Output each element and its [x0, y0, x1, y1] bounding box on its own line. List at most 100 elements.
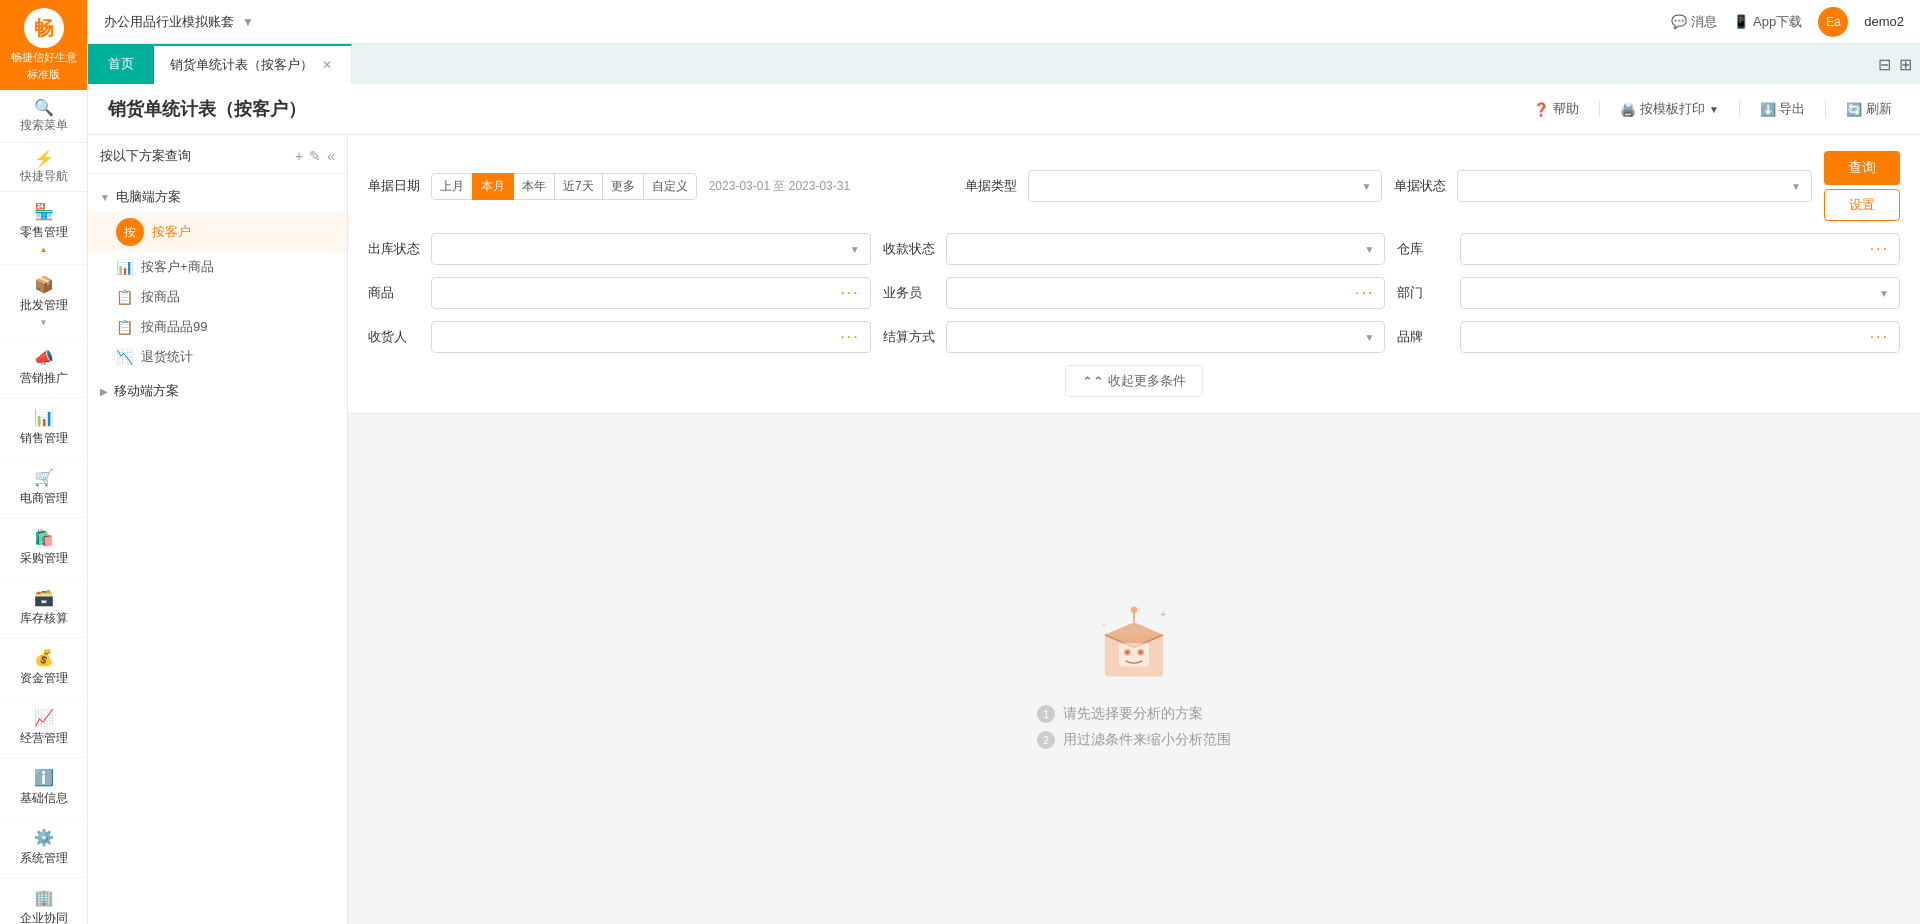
avatar[interactable]: Ea	[1818, 7, 1848, 37]
app-logo[interactable]: 畅 畅捷信好生意 标准版	[0, 0, 87, 90]
help-btn[interactable]: ❓ 帮助	[1525, 96, 1587, 122]
department-input[interactable]: ▼	[1460, 277, 1900, 309]
ecommerce-label: 电商管理	[20, 490, 68, 507]
data-area: ✦ ✦ 1 请先选择要分析的方案 2 用过滤条件来缩小分析范围	[348, 414, 1920, 924]
scheme-return-stats[interactable]: 📉 退货统计	[88, 342, 347, 372]
retail-icon: 🏪	[34, 202, 54, 221]
payment-status-arrow: ▼	[1364, 244, 1374, 255]
export-btn[interactable]: ⬇️ 导出	[1752, 96, 1813, 122]
out-status-arrow: ▼	[850, 244, 860, 255]
sidebar-item-system[interactable]: ⚙️ 系统管理	[0, 818, 87, 878]
edit-scheme-btn[interactable]: ✎	[309, 148, 321, 164]
receiver-input[interactable]: ···	[431, 321, 871, 353]
filter-area: 按以下方案查询 + ✎ « ▼ 电脑端方案	[88, 135, 1920, 924]
payment-method-field: 结算方式 ▼	[883, 321, 1386, 353]
payment-method-input[interactable]: ▼	[946, 321, 1386, 353]
scheme-by-product-99[interactable]: 📋 按商品品99	[88, 312, 347, 342]
scheme-group-mobile: ▶ 移动端方案	[88, 376, 347, 406]
sidebar-item-finance[interactable]: 💰 资金管理	[0, 638, 87, 698]
scheme-section: ▼ 电脑端方案 按 按客户 📊 按客户+商品	[88, 174, 347, 418]
date-tab-last-month[interactable]: 上月	[431, 173, 473, 200]
sidebar-item-enterprise[interactable]: 🏢 企业协同	[0, 878, 87, 924]
top-header: 办公用品行业模拟账套 ▼ 💬 消息 📱 App下载 Ea demo2	[88, 0, 1920, 44]
collapse-sidebar-btn[interactable]: «	[327, 148, 335, 164]
finance-label: 资金管理	[20, 670, 68, 687]
purchase-icon: 🛍️	[34, 528, 54, 547]
out-status-label: 出库状态	[368, 240, 423, 258]
salesperson-input[interactable]: ···	[946, 277, 1386, 309]
scheme-by-customer[interactable]: 按 按客户	[88, 212, 347, 252]
tab-close-btn[interactable]: ✕	[319, 57, 335, 73]
scheme-by-product[interactable]: 📋 按商品	[88, 282, 347, 312]
download-icon: 📱	[1733, 14, 1749, 29]
system-label: 系统管理	[20, 850, 68, 867]
brand-field: 品牌 ···	[1397, 321, 1900, 353]
scheme-by-customer-product[interactable]: 📊 按客户+商品	[88, 252, 347, 282]
salesperson-field: 业务员 ···	[883, 277, 1386, 309]
message-btn[interactable]: 💬 消息	[1671, 13, 1717, 31]
date-tab-more[interactable]: 更多	[602, 173, 644, 200]
refresh-btn[interactable]: 🔄 刷新	[1838, 96, 1900, 122]
sidebar-quicknav[interactable]: ⚡ 快捷导航	[0, 143, 87, 192]
sidebar-item-operations[interactable]: 📈 经营管理	[0, 698, 87, 758]
sidebar-item-purchase[interactable]: 🛍️ 采购管理	[0, 518, 87, 578]
filter-row-2: 出库状态 ▼ 收款状态 ▼	[368, 233, 1900, 265]
user-name[interactable]: demo2	[1864, 14, 1904, 29]
sidebar-item-wholesale[interactable]: 📦 批发管理	[0, 265, 87, 338]
tab-sales-stats-label: 销货单统计表（按客户）	[170, 56, 313, 74]
tab-bar-right: ⊟ ⊞	[1878, 55, 1920, 74]
tab-minimize-icon[interactable]: ⊟	[1878, 55, 1891, 74]
setting-btn[interactable]: 设置	[1824, 189, 1900, 221]
scheme-by-customer-product-label: 按客户+商品	[141, 258, 214, 276]
sidebar-item-inventory[interactable]: 🗃️ 库存核算	[0, 578, 87, 638]
warehouse-input[interactable]: ···	[1460, 233, 1900, 265]
export-label: 导出	[1779, 100, 1805, 118]
sidebar-search[interactable]: 🔍 搜索菜单	[0, 90, 87, 143]
date-tab-7days[interactable]: 近7天	[554, 173, 603, 200]
order-status-input[interactable]: ▼	[1457, 170, 1812, 202]
breadcrumb-dropdown[interactable]: ▼	[242, 15, 254, 29]
date-tab-this-year[interactable]: 本年	[513, 173, 555, 200]
purchase-label: 采购管理	[20, 550, 68, 567]
app-download-label: App下载	[1753, 13, 1802, 31]
date-label: 单据日期	[368, 177, 423, 195]
operations-label: 经营管理	[20, 730, 68, 747]
tab-sales-stats[interactable]: 销货单统计表（按客户） ✕	[154, 44, 352, 84]
tab-maximize-icon[interactable]: ⊞	[1899, 55, 1912, 74]
sidebar-item-basic[interactable]: ℹ️ 基础信息	[0, 758, 87, 818]
brand-input[interactable]: ···	[1460, 321, 1900, 353]
order-type-input[interactable]: ▼	[1028, 170, 1383, 202]
tab-home[interactable]: 首页	[88, 44, 154, 84]
date-tab-custom[interactable]: 自定义	[643, 173, 697, 200]
help-label: 帮助	[1553, 100, 1579, 118]
wholesale-label: 批发管理	[20, 297, 68, 314]
date-field: 单据日期 上月 本月 本年 近7天 更多 自定义 20	[368, 173, 953, 200]
add-scheme-btn[interactable]: +	[295, 148, 303, 164]
scheme-group-mobile-header[interactable]: ▶ 移动端方案	[88, 376, 347, 406]
sidebar-item-marketing[interactable]: 📣 营销推广	[0, 338, 87, 398]
collapse-filters-btn[interactable]: ⌃⌃ 收起更多条件	[1065, 365, 1203, 397]
app-download-btn[interactable]: 📱 App下载	[1733, 13, 1802, 31]
payment-status-input[interactable]: ▼	[946, 233, 1386, 265]
scheme-by-customer-label: 按客户	[152, 223, 191, 241]
header-left: 办公用品行业模拟账套 ▼	[104, 13, 254, 31]
refresh-icon: 🔄	[1846, 102, 1862, 117]
enterprise-label: 企业协同	[20, 910, 68, 924]
print-btn[interactable]: 🖨️ 按模板打印 ▼	[1612, 96, 1727, 122]
out-status-input[interactable]: ▼	[431, 233, 871, 265]
filter-row-3: 商品 ··· 业务员 ···	[368, 277, 1900, 309]
salesperson-label: 业务员	[883, 284, 938, 302]
brand-dots: ···	[1870, 328, 1889, 346]
svg-text:✦: ✦	[1101, 621, 1107, 628]
date-range: 2023-03-01 至 2023-03-31	[709, 178, 850, 195]
product-input[interactable]: ···	[431, 277, 871, 309]
scheme-icon-2: 📋	[116, 289, 133, 305]
sidebar-item-ecommerce[interactable]: 🛒 电商管理	[0, 458, 87, 518]
sidebar-item-sales[interactable]: 📊 销售管理	[0, 398, 87, 458]
scheme-group-desktop-header[interactable]: ▼ 电脑端方案	[88, 182, 347, 212]
product-dots: ···	[840, 284, 859, 302]
sidebar-item-retail[interactable]: 🏪 零售管理	[0, 192, 87, 265]
filter-row-4: 收货人 ··· 结算方式 ▼	[368, 321, 1900, 353]
date-tab-this-month[interactable]: 本月	[472, 173, 514, 200]
query-btn[interactable]: 查询	[1824, 151, 1900, 185]
